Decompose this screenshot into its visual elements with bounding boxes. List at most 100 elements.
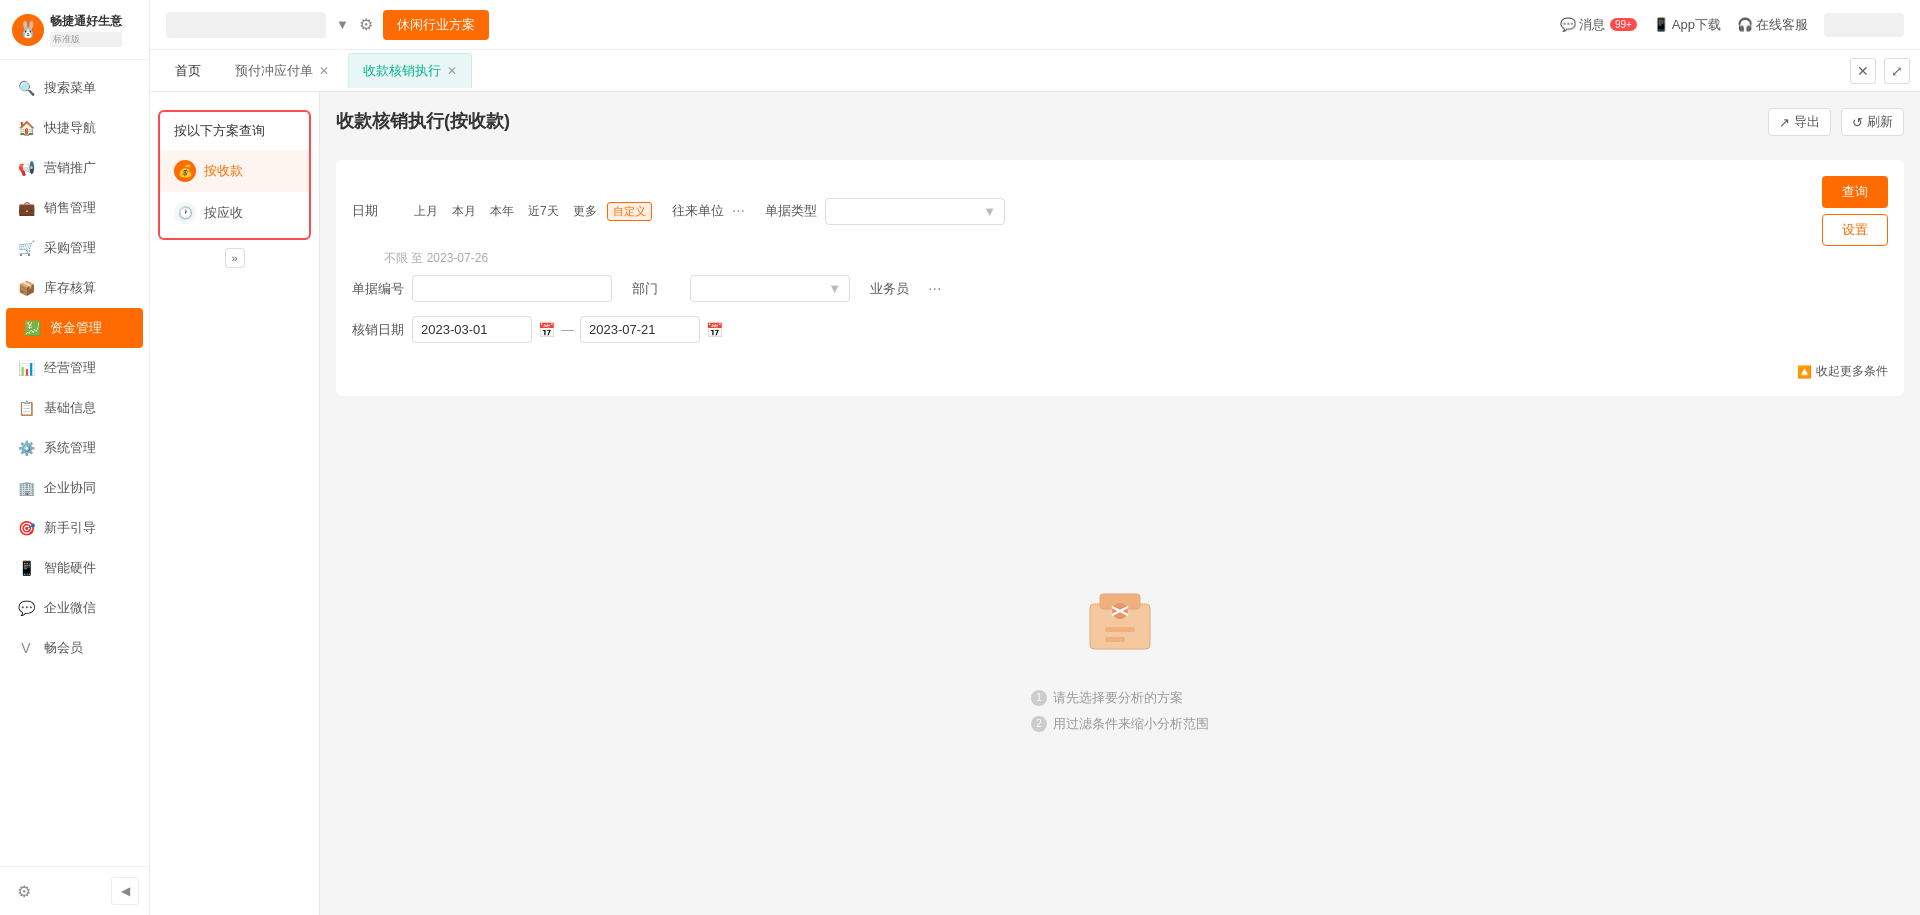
- query-btn-wrapper: 查询 设置: [1806, 176, 1888, 246]
- tab-prepay[interactable]: 预付冲应付单 ✕: [220, 53, 344, 88]
- tab-receipt-close[interactable]: ✕: [447, 64, 457, 78]
- sidebar-item-14[interactable]: V 畅会员: [0, 628, 149, 668]
- menu-icon-7: 📊: [16, 358, 36, 378]
- date-shortcuts: 上月 本月 本年 近7天 更多 自定义: [410, 201, 652, 222]
- settings-icon[interactable]: ⚙: [10, 877, 38, 905]
- query-btn[interactable]: 查询: [1822, 176, 1888, 208]
- sidebar-item-12[interactable]: 📱 智能硬件: [0, 548, 149, 588]
- search-row-1: 日期 上月 本月 本年 近7天 更多 自定义: [352, 176, 1888, 246]
- menu-icon-0: 🔍: [16, 78, 36, 98]
- filter-options-box: 按以下方案查询 💰 按收款 🕐 按应收: [158, 110, 311, 240]
- search-row-3: 核销日期 📅 — 📅: [352, 316, 1888, 343]
- tab-prepay-close[interactable]: ✕: [319, 64, 329, 78]
- sidebar-item-13[interactable]: 💬 企业微信: [0, 588, 149, 628]
- receivable-icon: 🕐: [174, 202, 196, 224]
- sidebar-item-5[interactable]: 📦 库存核算: [0, 268, 149, 308]
- export-btn[interactable]: ↗ 导出: [1768, 108, 1831, 136]
- menu-icon-12: 📱: [16, 558, 36, 578]
- online-service-btn[interactable]: 🎧 在线客服: [1737, 16, 1808, 34]
- filter-by-receivable[interactable]: 🕐 按应收: [160, 192, 309, 234]
- phone-icon: 📱: [1653, 17, 1669, 32]
- doc-type-field: 单据类型 ▼: [765, 198, 1005, 225]
- start-calendar-icon[interactable]: 📅: [538, 322, 555, 338]
- salesperson-picker-btn[interactable]: ···: [928, 280, 941, 298]
- refresh-btn[interactable]: ↺ 刷新: [1841, 108, 1904, 136]
- topbar: ▼ ⚙ 休闲行业方案 💬 消息 99+ 📱 App下载 🎧 在线客服: [150, 0, 1920, 50]
- shortcut-this-year[interactable]: 本年: [486, 201, 518, 222]
- verify-date-end-input[interactable]: [580, 316, 700, 343]
- menu-icon-10: 🏢: [16, 478, 36, 498]
- app-download-btn[interactable]: 📱 App下载: [1653, 16, 1721, 34]
- collapse-sidebar-btn[interactable]: ◀: [111, 877, 139, 905]
- verify-date-range: 📅 — 📅: [412, 316, 723, 343]
- maximize-tab-btn[interactable]: ⤢: [1884, 58, 1910, 84]
- topbar-dropdown-icon[interactable]: ▼: [336, 17, 349, 32]
- topbar-gear-icon[interactable]: ⚙: [359, 15, 373, 34]
- menu-label-12: 智能硬件: [44, 559, 96, 577]
- tab-receipt[interactable]: 收款核销执行 ✕: [348, 53, 472, 88]
- sidebar-item-10[interactable]: 🏢 企业协同: [0, 468, 149, 508]
- contact-field: 往来单位 ···: [672, 202, 745, 220]
- menu-label-4: 采购管理: [44, 239, 96, 257]
- doc-type-label: 单据类型: [765, 202, 817, 220]
- search-row-2: 单据编号 部门 ▼ 业务员: [352, 275, 1888, 302]
- collapse-filter-btn[interactable]: »: [225, 248, 245, 268]
- chevron-down-icon: ▼: [983, 204, 996, 219]
- tab-home[interactable]: 首页: [160, 53, 216, 88]
- menu-label-6: 资金管理: [50, 319, 102, 337]
- action-bar: ↗ 导出 ↺ 刷新: [1768, 108, 1904, 136]
- sidebar-menu: 🔍 搜索菜单 🏠 快捷导航 📢 营销推广 💼 销售管理 🛒 采购管理 📦 库存核…: [0, 60, 149, 866]
- headset-icon: 🎧: [1737, 17, 1753, 32]
- menu-icon-3: 💼: [16, 198, 36, 218]
- sidebar-item-3[interactable]: 💼 销售管理: [0, 188, 149, 228]
- shortcut-7days[interactable]: 近7天: [524, 201, 563, 222]
- content-main: 收款核销执行(按收款) ↗ 导出 ↺ 刷新: [320, 92, 1920, 915]
- sidebar-item-7[interactable]: 📊 经营管理: [0, 348, 149, 388]
- sidebar-item-1[interactable]: 🏠 快捷导航: [0, 108, 149, 148]
- doc-type-select[interactable]: ▼: [825, 198, 1005, 225]
- sidebar-item-0[interactable]: 🔍 搜索菜单: [0, 68, 149, 108]
- shortcut-last-month[interactable]: 上月: [410, 201, 442, 222]
- shortcut-more[interactable]: 更多: [569, 201, 601, 222]
- verify-date-start-input[interactable]: [412, 316, 532, 343]
- menu-icon-2: 📢: [16, 158, 36, 178]
- logo-area: 🐰 畅捷通好生意 标准版: [0, 0, 149, 60]
- date-label: 日期: [352, 202, 402, 220]
- filter-panel-title: 按以下方案查询: [160, 116, 309, 150]
- menu-label-11: 新手引导: [44, 519, 96, 537]
- sidebar-bottom: ⚙ ◀: [0, 866, 149, 915]
- settings-btn[interactable]: 设置: [1822, 214, 1888, 246]
- svg-rect-6: [1105, 637, 1125, 642]
- end-calendar-icon[interactable]: 📅: [706, 322, 723, 338]
- empty-hint-1: 1 请先选择要分析的方案: [1031, 685, 1209, 711]
- user-avatar-blurred[interactable]: [1824, 13, 1904, 37]
- close-tab-btn[interactable]: ✕: [1850, 58, 1876, 84]
- sidebar-item-6[interactable]: 💹 资金管理: [6, 308, 143, 348]
- message-btn[interactable]: 💬 消息 99+: [1560, 16, 1637, 34]
- filter-by-receipt[interactable]: 💰 按收款: [160, 150, 309, 192]
- sidebar-item-11[interactable]: 🎯 新手引导: [0, 508, 149, 548]
- shortcut-custom[interactable]: 自定义: [607, 202, 652, 221]
- contact-picker-btn[interactable]: ···: [732, 202, 745, 220]
- verify-date-label: 核销日期: [352, 321, 404, 339]
- doc-no-input[interactable]: [412, 275, 612, 302]
- menu-label-0: 搜索菜单: [44, 79, 96, 97]
- sidebar-item-9[interactable]: ⚙️ 系统管理: [0, 428, 149, 468]
- menu-icon-1: 🏠: [16, 118, 36, 138]
- message-icon: 💬: [1560, 17, 1576, 32]
- sidebar-item-2[interactable]: 📢 营销推广: [0, 148, 149, 188]
- topbar-left: ▼ ⚙ 休闲行业方案: [166, 10, 489, 40]
- salesperson-field: 业务员 ···: [870, 280, 941, 298]
- menu-label-9: 系统管理: [44, 439, 96, 457]
- industry-solution-btn[interactable]: 休闲行业方案: [383, 10, 489, 40]
- sidebar-item-4[interactable]: 🛒 采购管理: [0, 228, 149, 268]
- date-field: 日期 上月 本月 本年 近7天 更多 自定义: [352, 201, 652, 222]
- menu-label-13: 企业微信: [44, 599, 96, 617]
- empty-state: 1 请先选择要分析的方案 2 用过滤条件来缩小分析范围: [336, 406, 1904, 899]
- empty-illustration: [1070, 569, 1170, 669]
- collapse-more-btn[interactable]: 🔼 收起更多条件: [1797, 363, 1888, 380]
- main-area: ▼ ⚙ 休闲行业方案 💬 消息 99+ 📱 App下载 🎧 在线客服 首页: [150, 0, 1920, 915]
- shortcut-this-month[interactable]: 本月: [448, 201, 480, 222]
- dept-select[interactable]: ▼: [690, 275, 850, 302]
- sidebar-item-8[interactable]: 📋 基础信息: [0, 388, 149, 428]
